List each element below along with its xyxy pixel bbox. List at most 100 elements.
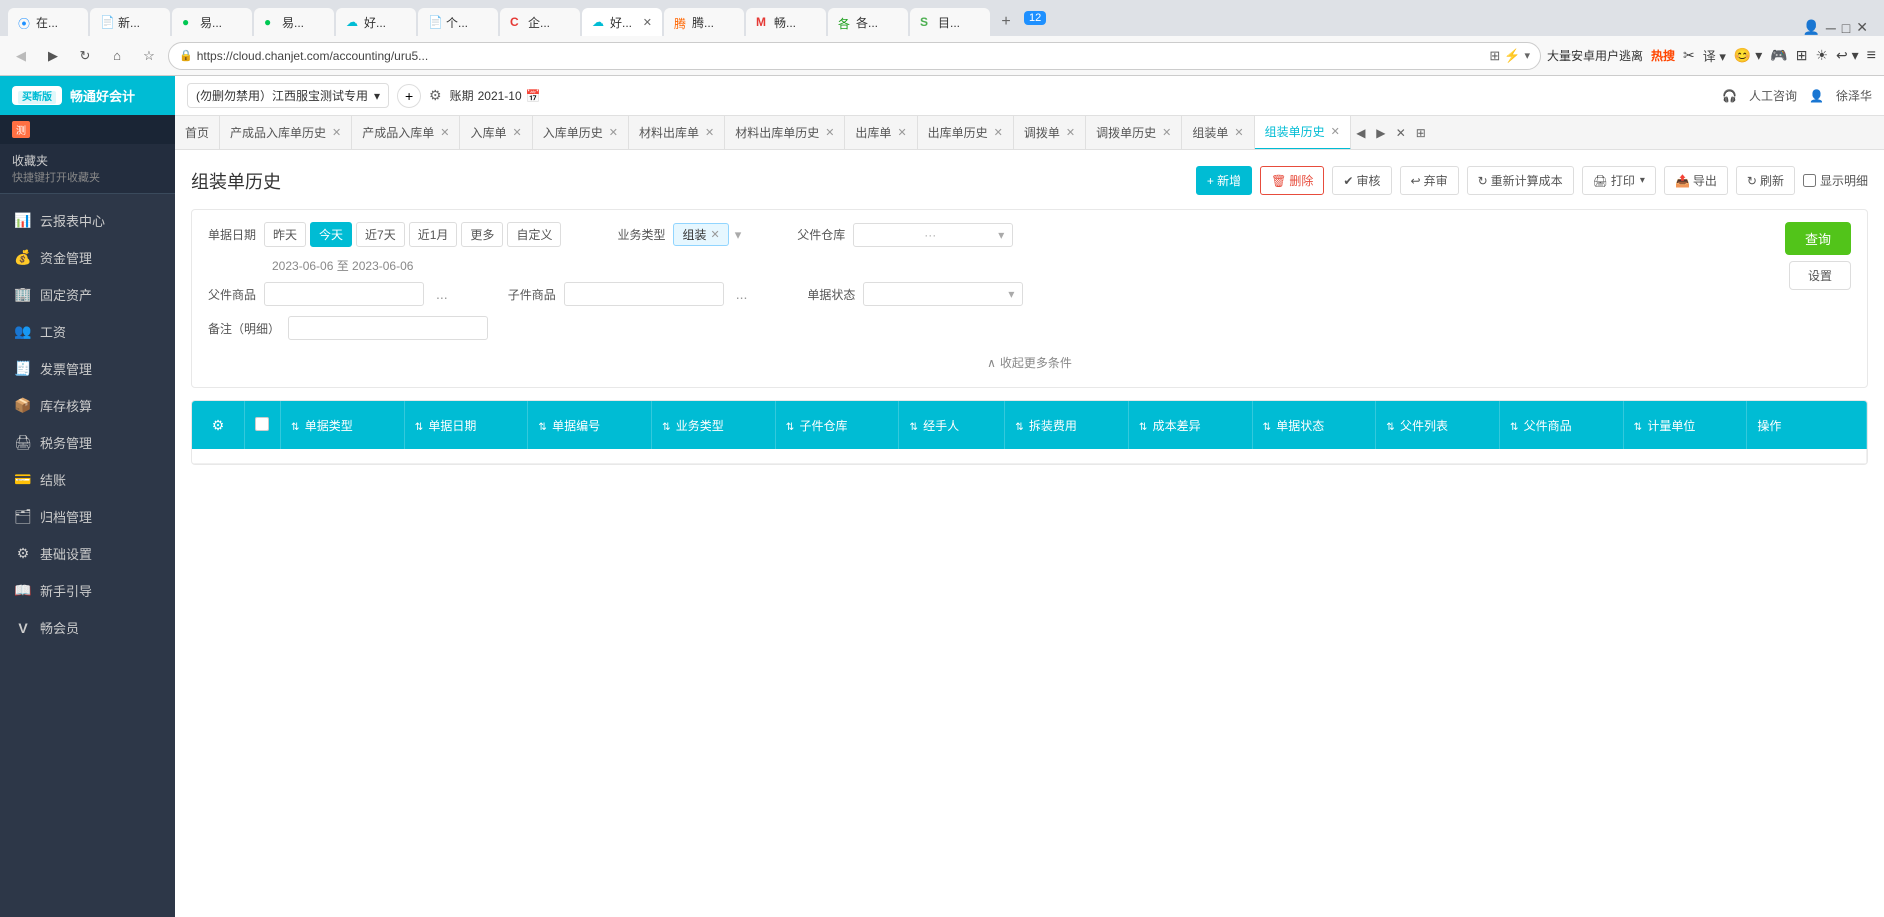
- window-minimize-button[interactable]: ─: [1826, 20, 1836, 36]
- page-tab-close-6[interactable]: ✕: [825, 126, 834, 139]
- settings-query-button[interactable]: 设置: [1789, 261, 1851, 290]
- delete-button[interactable]: 🗑 删除: [1260, 166, 1324, 195]
- window-profile-icon[interactable]: 👤: [1802, 19, 1819, 36]
- game-icon[interactable]: 🎮: [1770, 47, 1787, 64]
- forward-button[interactable]: ▶: [40, 43, 66, 69]
- table-settings-th[interactable]: ⚙: [192, 401, 245, 449]
- th-handler[interactable]: ⇅ 经手人: [899, 401, 1005, 449]
- address-bar[interactable]: 🔒 https://cloud.chanjet.com/accounting/u…: [168, 42, 1541, 70]
- new-button[interactable]: + 新增: [1196, 166, 1252, 195]
- page-tab-close-9[interactable]: ✕: [1066, 126, 1075, 139]
- extension-icon[interactable]: ⚡: [1504, 48, 1520, 64]
- recalculate-button[interactable]: ↻ 重新计算成本: [1467, 166, 1574, 195]
- page-tab-close-7[interactable]: ✕: [897, 126, 906, 139]
- page-tab-3[interactable]: 入库单 ✕: [460, 116, 532, 150]
- remark-input[interactable]: [288, 316, 488, 340]
- page-tab-close-12[interactable]: ✕: [1331, 125, 1340, 138]
- menu-icon[interactable]: ≡: [1867, 47, 1876, 65]
- sidebar-item-settings[interactable]: ⚙ 基础设置: [0, 535, 175, 572]
- page-tab-close-10[interactable]: ✕: [1162, 126, 1171, 139]
- query-button[interactable]: 查询: [1785, 222, 1851, 255]
- tab-scroll-left-btn[interactable]: ◀: [1351, 126, 1371, 140]
- th-bill-type[interactable]: ⇅ 单据类型: [281, 401, 405, 449]
- undo-icon[interactable]: ↩ ▾: [1836, 47, 1859, 64]
- show-detail-checkbox-label[interactable]: 显示明细: [1803, 172, 1868, 189]
- sidebar-item-membership[interactable]: V 畅会员: [0, 609, 175, 646]
- page-tab-7[interactable]: 出库单 ✕: [845, 116, 917, 150]
- th-disassemble-fee[interactable]: ⇅ 拆装费用: [1005, 401, 1129, 449]
- browser-tab-4[interactable]: ● 易...: [254, 8, 334, 36]
- th-parent-list[interactable]: ⇅ 父件列表: [1376, 401, 1500, 449]
- page-tab-4[interactable]: 入库单历史 ✕: [533, 116, 629, 150]
- sidebar-item-guide[interactable]: 📖 新手引导: [0, 572, 175, 609]
- new-tab-button[interactable]: +: [992, 8, 1020, 36]
- sidebar-item-tax[interactable]: 🖨 税务管理: [0, 424, 175, 461]
- browser-tab-8[interactable]: ☁ 好... ✕: [582, 8, 662, 36]
- page-tab-home[interactable]: 首页: [175, 116, 220, 150]
- back-button[interactable]: ◀: [8, 43, 34, 69]
- customer-service-text[interactable]: 人工咨询: [1749, 87, 1797, 104]
- parent-warehouse-select[interactable]: ··· ▾: [853, 223, 1013, 247]
- period-selector[interactable]: 账期 2021-10 📅: [450, 87, 541, 104]
- browser-tab-3[interactable]: ● 易...: [172, 8, 252, 36]
- th-biz-type[interactable]: ⇅ 业务类型: [652, 401, 776, 449]
- grid-icon[interactable]: ⊞: [1796, 47, 1808, 64]
- biz-type-chip-close[interactable]: ✕: [710, 228, 719, 241]
- sidebar-item-cloud-report[interactable]: 📊 云报表中心: [0, 202, 175, 239]
- th-bill-no[interactable]: ⇅ 单据编号: [528, 401, 652, 449]
- table-checkbox-th[interactable]: [245, 401, 281, 449]
- sidebar-item-payroll[interactable]: 👥 工资: [0, 313, 175, 350]
- collapse-filter-button[interactable]: ∧ 收起更多条件: [208, 350, 1851, 375]
- browser-tab-6[interactable]: 📄 个...: [418, 8, 498, 36]
- page-tab-5[interactable]: 材料出库单 ✕: [629, 116, 725, 150]
- browser-tab-7[interactable]: C 企...: [500, 8, 580, 36]
- child-goods-input[interactable]: [564, 282, 724, 306]
- page-tab-9[interactable]: 调拨单 ✕: [1014, 116, 1086, 150]
- browser-tab-12[interactable]: S 目...: [910, 8, 990, 36]
- sidebar-bookmark-section[interactable]: 收藏夹 快捷键打开收藏夹: [0, 144, 175, 194]
- page-tab-close-8[interactable]: ✕: [994, 126, 1003, 139]
- date-btn-more[interactable]: 更多: [461, 222, 503, 247]
- company-selector[interactable]: (勿删勿禁用）江西服宝测试专用 ▾: [187, 83, 389, 108]
- page-tab-close-11[interactable]: ✕: [1234, 126, 1243, 139]
- th-unit[interactable]: ⇅ 计量单位: [1623, 401, 1747, 449]
- sidebar-item-fixed-assets[interactable]: 🏢 固定资产: [0, 276, 175, 313]
- tab-close-current-btn[interactable]: ✕: [1391, 126, 1411, 140]
- tab-scroll-right-btn[interactable]: ▶: [1371, 126, 1391, 140]
- username-text[interactable]: 徐泽华: [1836, 87, 1872, 104]
- select-all-checkbox[interactable]: [255, 417, 269, 431]
- sidebar-item-fund-mgmt[interactable]: 💰 资金管理: [0, 239, 175, 276]
- page-tab-close-1[interactable]: ✕: [332, 126, 341, 139]
- refresh-button[interactable]: ↻ 刷新: [1736, 166, 1795, 195]
- bill-status-select[interactable]: ▾: [863, 282, 1023, 306]
- bookmark-button[interactable]: ☆: [136, 43, 162, 69]
- page-tab-12[interactable]: 组装单历史 ✕: [1255, 116, 1351, 150]
- th-bill-status[interactable]: ⇅ 单据状态: [1252, 401, 1376, 449]
- th-cost-diff[interactable]: ⇅ 成本差异: [1128, 401, 1252, 449]
- browser-tab-10[interactable]: M 畅...: [746, 8, 826, 36]
- translate-icon[interactable]: 译 ▾: [1703, 46, 1726, 65]
- sidebar-item-invoice[interactable]: 🧾 发票管理: [0, 350, 175, 387]
- th-parent-goods[interactable]: ⇅ 父件商品: [1499, 401, 1623, 449]
- browser-tab-11[interactable]: 各 各...: [828, 8, 908, 36]
- export-button[interactable]: 📤 导出: [1664, 166, 1728, 195]
- topbar-settings-icon[interactable]: ⚙: [429, 87, 442, 104]
- browser-tab-9[interactable]: 腾 腾...: [664, 8, 744, 36]
- page-tab-close-4[interactable]: ✕: [609, 126, 618, 139]
- parent-goods-ellipsis[interactable]: ...: [432, 286, 452, 302]
- review-button[interactable]: ✔ 审核: [1332, 166, 1391, 195]
- date-btn-1month[interactable]: 近1月: [409, 222, 458, 247]
- th-child-warehouse[interactable]: ⇅ 子件仓库: [775, 401, 899, 449]
- sidebar-item-inventory[interactable]: 📦 库存核算: [0, 387, 175, 424]
- tab-menu-btn[interactable]: ⊞: [1411, 126, 1431, 140]
- browser-tab-1[interactable]: ⦿ 在...: [8, 8, 88, 36]
- browser-tab-2[interactable]: 📄 新...: [90, 8, 170, 36]
- emoji-icon[interactable]: 😊 ▾: [1734, 47, 1762, 64]
- page-tab-11[interactable]: 组装单 ✕: [1182, 116, 1254, 150]
- child-goods-ellipsis[interactable]: ...: [732, 286, 752, 302]
- page-tab-10[interactable]: 调拨单历史 ✕: [1086, 116, 1182, 150]
- print-button[interactable]: 🖨 打印: [1582, 166, 1656, 195]
- page-tab-8[interactable]: 出库单历史 ✕: [918, 116, 1014, 150]
- add-company-button[interactable]: +: [397, 84, 421, 108]
- qr-code-icon[interactable]: ⊞: [1489, 48, 1500, 64]
